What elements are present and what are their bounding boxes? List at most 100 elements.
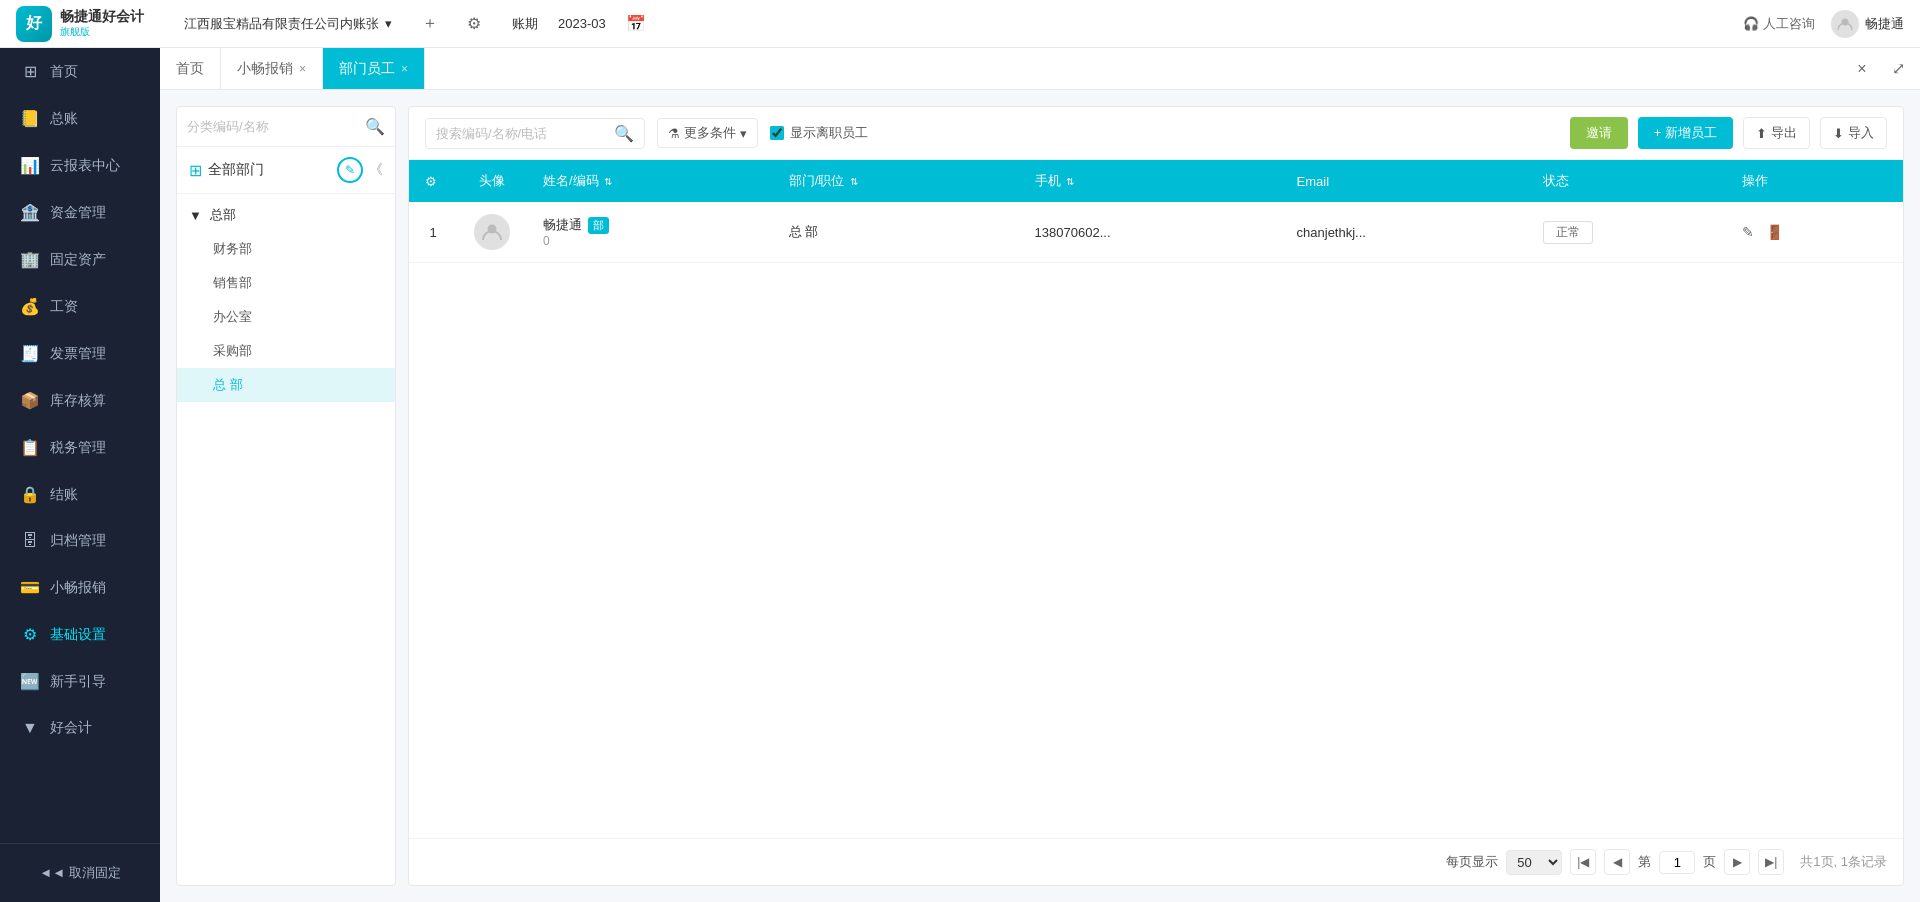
- tab-dept-staff-close[interactable]: ×: [401, 62, 408, 76]
- tab-expense-close[interactable]: ×: [299, 62, 306, 76]
- th-dept[interactable]: 部门/职位 ⇅: [773, 160, 1019, 202]
- invite-button[interactable]: 邀请: [1570, 117, 1628, 149]
- sidebar-label-tax: 税务管理: [50, 439, 106, 457]
- cell-actions: ✎ 🚪: [1726, 202, 1903, 263]
- calendar-icon[interactable]: 📅: [626, 14, 646, 33]
- archive-icon: 🗄: [20, 532, 40, 550]
- svg-point-0: [1842, 18, 1849, 25]
- show-resigned-checkbox[interactable]: [770, 126, 784, 140]
- th-settings[interactable]: ⚙: [409, 160, 457, 202]
- per-page-select[interactable]: 50 100 200: [1506, 850, 1562, 875]
- prev-page-button[interactable]: ◀: [1604, 849, 1630, 875]
- sidebar-item-expense[interactable]: 💳 小畅报销: [0, 564, 160, 611]
- dept-node-finance[interactable]: 财务部: [177, 232, 395, 266]
- sidebar-item-settings[interactable]: ⚙ 基础设置: [0, 611, 160, 658]
- dept-header: ⊞ 全部部门 ✎ 《: [177, 147, 395, 194]
- sidebar-label-close: 结账: [50, 486, 78, 504]
- salary-icon: 💰: [20, 297, 40, 316]
- dept-edit-button[interactable]: ✎: [337, 157, 363, 183]
- th-email: Email: [1281, 160, 1527, 202]
- th-name[interactable]: 姓名/编码 ⇅: [527, 160, 773, 202]
- cell-avatar: [457, 202, 527, 263]
- employee-phone: 138070602...: [1035, 225, 1111, 240]
- unfix-button[interactable]: ◄◄ 取消固定: [0, 856, 160, 890]
- employee-table: ⚙ 头像 姓名/编码 ⇅: [409, 160, 1903, 263]
- sidebar-item-close[interactable]: 🔒 结账: [0, 471, 160, 518]
- dept-node-office[interactable]: 办公室: [177, 300, 395, 334]
- tab-expense-label: 小畅报销: [237, 60, 293, 78]
- user-area[interactable]: 畅捷通: [1831, 10, 1904, 38]
- dept-node-general[interactable]: 总 部: [177, 368, 395, 402]
- sidebar-item-inventory[interactable]: 📦 库存核算: [0, 377, 160, 424]
- page-number-input[interactable]: [1659, 851, 1695, 874]
- first-page-button[interactable]: |◀: [1570, 849, 1596, 875]
- tab-close-all-button[interactable]: ×: [1848, 55, 1876, 83]
- show-resigned-label[interactable]: 显示离职员工: [790, 124, 868, 142]
- filter-label: 更多条件: [684, 124, 736, 142]
- phone-sort-icon: ⇅: [1066, 176, 1074, 187]
- last-page-button[interactable]: ▶|: [1758, 849, 1784, 875]
- two-col-layout: 🔍 ⊞ 全部部门 ✎ 《 ▼: [176, 106, 1904, 886]
- import-button[interactable]: ⬇ 导入: [1820, 117, 1887, 149]
- sidebar-item-invoice[interactable]: 🧾 发票管理: [0, 330, 160, 377]
- employee-search-input[interactable]: [436, 126, 608, 141]
- main-layout: ⊞ 首页 📒 总账 📊 云报表中心 🏦 资金管理 🏢 固定资产 💰 工资 🧾 发…: [0, 48, 1920, 902]
- tab-expand-button[interactable]: ⤢: [1884, 55, 1912, 83]
- dept-node-purchase[interactable]: 采购部: [177, 334, 395, 368]
- sidebar-item-archive[interactable]: 🗄 归档管理: [0, 518, 160, 564]
- logo-icon: 好: [16, 6, 52, 42]
- service-button[interactable]: 🎧 人工咨询: [1743, 15, 1815, 33]
- tab-home[interactable]: 首页: [160, 48, 221, 89]
- search-box: 🔍: [425, 118, 645, 149]
- tab-dept-staff[interactable]: 部门员工 ×: [323, 48, 425, 89]
- dept-node-sales[interactable]: 销售部: [177, 266, 395, 300]
- dept-header-icons: ✎ 《: [337, 157, 383, 183]
- sidebar-label-invoice: 发票管理: [50, 345, 106, 363]
- sidebar-item-fixed-assets[interactable]: 🏢 固定资产: [0, 236, 160, 283]
- dept-collapse-button[interactable]: 《: [369, 161, 383, 179]
- company-selector[interactable]: 江西服宝精品有限责任公司内账张 ▾: [176, 11, 400, 37]
- filter-button[interactable]: ⚗ 更多条件 ▾: [657, 118, 758, 148]
- dept-search-area: 🔍: [177, 107, 395, 147]
- sidebar-label-expense: 小畅报销: [50, 579, 106, 597]
- th-phone-label: 手机: [1035, 173, 1061, 188]
- th-avatar: 头像: [457, 160, 527, 202]
- cell-phone: 138070602...: [1019, 202, 1281, 263]
- export-icon: ⬆: [1756, 126, 1767, 141]
- more-icon: ▼: [20, 719, 40, 737]
- settings-sidebar-icon: ⚙: [20, 625, 40, 644]
- logo-text-group: 畅捷通好会计 旗舰版: [60, 8, 144, 39]
- sidebar-item-assets-mgr[interactable]: 🏦 资金管理: [0, 189, 160, 236]
- table-container: ⚙ 头像 姓名/编码 ⇅: [409, 160, 1903, 838]
- next-page-button[interactable]: ▶: [1724, 849, 1750, 875]
- sidebar-item-more[interactable]: ▼ 好会计: [0, 705, 160, 751]
- add-tab-button[interactable]: ＋: [416, 10, 444, 38]
- dept-purchase-label: 采购部: [213, 342, 252, 360]
- logo-area: 好 畅捷通好会计 旗舰版: [16, 6, 176, 42]
- top-actions: ＋ ⚙ 账期 2023-03 📅: [416, 10, 646, 38]
- dept-node-root[interactable]: ▼ 总部: [177, 198, 395, 232]
- tab-expense[interactable]: 小畅报销 ×: [221, 48, 323, 89]
- service-label: 人工咨询: [1763, 15, 1815, 33]
- sidebar-item-salary[interactable]: 💰 工资: [0, 283, 160, 330]
- th-phone[interactable]: 手机 ⇅: [1019, 160, 1281, 202]
- dept-search-icon[interactable]: 🔍: [365, 117, 385, 136]
- sidebar-item-tax[interactable]: 📋 税务管理: [0, 424, 160, 471]
- export-button[interactable]: ⬆ 导出: [1743, 117, 1810, 149]
- sidebar-item-ledger[interactable]: 📒 总账: [0, 95, 160, 142]
- edit-button[interactable]: ✎: [1742, 224, 1754, 240]
- tab-dept-staff-label: 部门员工: [339, 60, 395, 78]
- grid-icon: ⊞: [189, 161, 202, 180]
- top-right: 🎧 人工咨询 畅捷通: [1743, 10, 1904, 38]
- sidebar-item-home[interactable]: ⊞ 首页: [0, 48, 160, 95]
- cell-no: 1: [409, 202, 457, 263]
- sidebar-item-guide[interactable]: 🆕 新手引导: [0, 658, 160, 705]
- delete-button[interactable]: 🚪: [1766, 224, 1783, 240]
- dept-search-input[interactable]: [187, 119, 359, 134]
- add-employee-button[interactable]: + 新增员工: [1638, 117, 1733, 149]
- employee-search-icon[interactable]: 🔍: [614, 124, 634, 143]
- sidebar-label-fixed-assets: 固定资产: [50, 251, 106, 269]
- avatar: [474, 214, 510, 250]
- sidebar-item-reports[interactable]: 📊 云报表中心: [0, 142, 160, 189]
- settings-icon[interactable]: ⚙: [460, 10, 488, 38]
